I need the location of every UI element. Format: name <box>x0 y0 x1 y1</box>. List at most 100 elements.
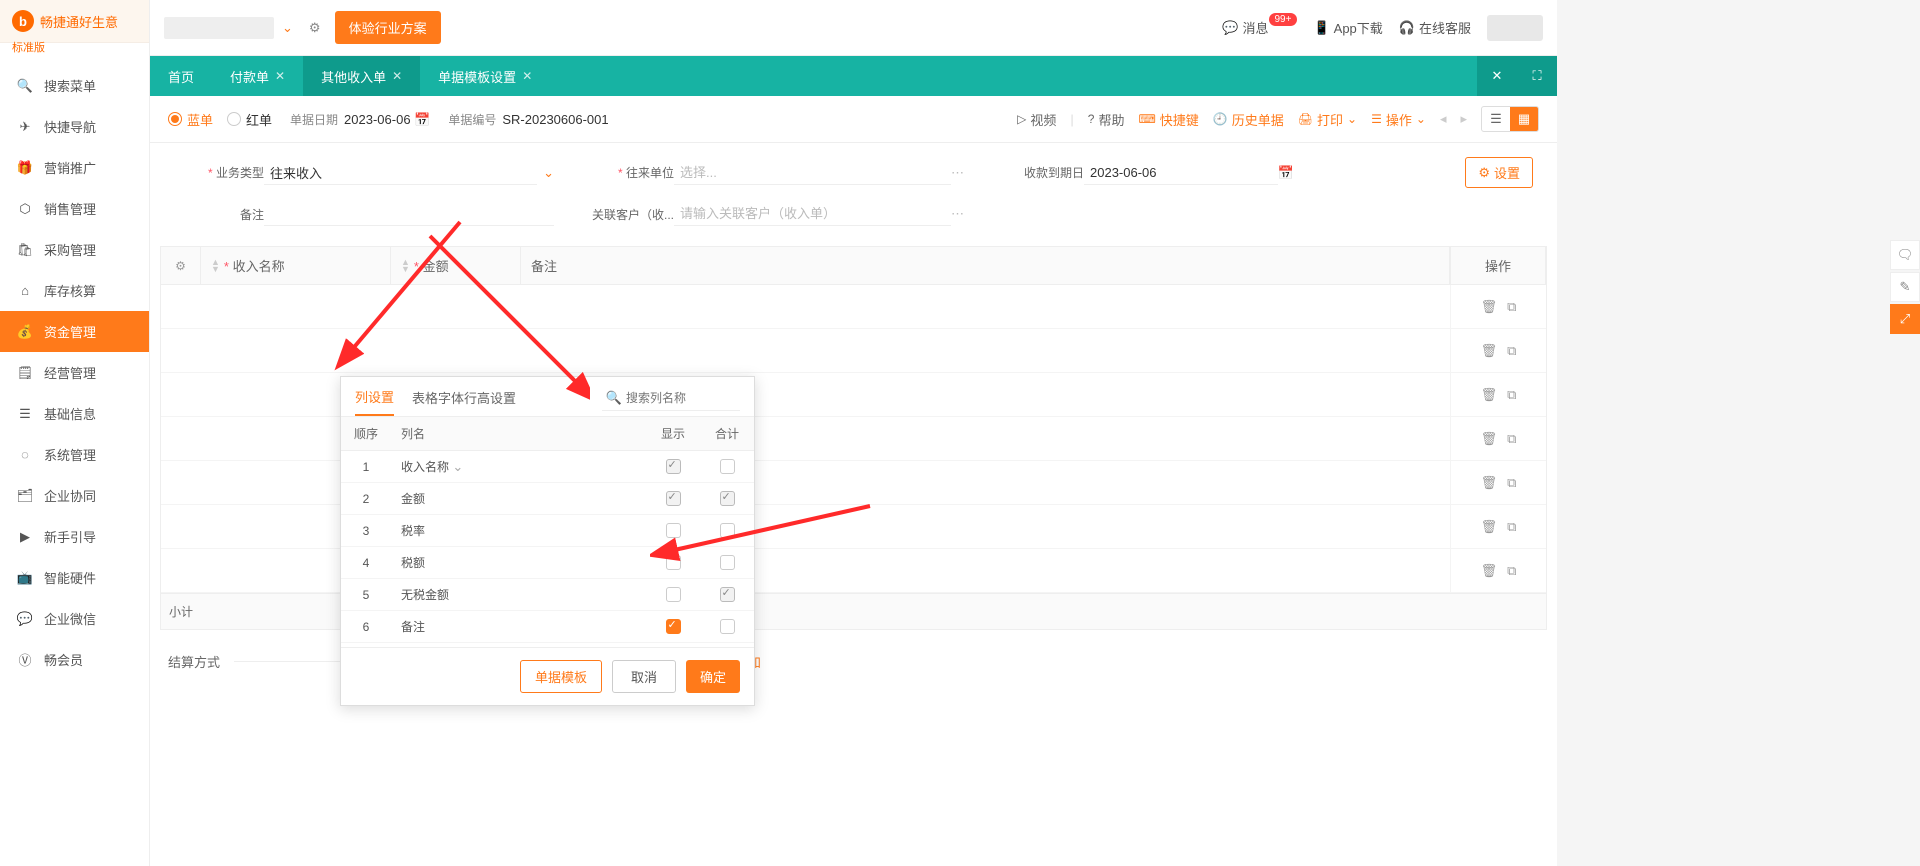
side-tool-notes-icon[interactable]: 🗨 <box>1890 240 1920 270</box>
sum-checkbox[interactable] <box>720 459 735 474</box>
view-card-icon[interactable]: ▦ <box>1510 107 1538 131</box>
copy-icon[interactable]: ⧉ <box>1507 475 1516 491</box>
message-button[interactable]: 💬 消息 99+ <box>1222 18 1297 37</box>
delete-icon[interactable]: 🗑 <box>1481 343 1498 359</box>
sum-checkbox[interactable] <box>720 619 735 634</box>
shortcut-button[interactable]: ⌨ 快捷键 <box>1138 110 1198 129</box>
user-avatar[interactable] <box>1487 15 1543 41</box>
delete-icon[interactable]: 🗑 <box>1481 387 1498 403</box>
sum-checkbox[interactable] <box>720 491 735 506</box>
template-button[interactable]: 单据模板 <box>520 660 602 693</box>
table-row[interactable]: 🗑⧉ <box>161 285 1546 329</box>
show-checkbox[interactable] <box>666 555 681 570</box>
more-icon[interactable]: ⋯ <box>951 206 964 222</box>
view-list-icon[interactable]: ☰ <box>1482 107 1510 131</box>
org-selector[interactable]: ⌄ <box>164 17 293 39</box>
operate-button[interactable]: ☰ 操作 ⌄ <box>1371 110 1426 129</box>
show-checkbox[interactable] <box>666 587 681 602</box>
more-icon[interactable]: ⋯ <box>951 165 964 181</box>
show-checkbox[interactable] <box>666 491 681 506</box>
sidebar-item-label: 销售管理 <box>44 199 96 218</box>
tab[interactable]: 首页 <box>150 56 212 96</box>
copy-icon[interactable]: ⧉ <box>1507 431 1516 447</box>
due-input[interactable] <box>1084 161 1278 185</box>
next-doc-icon[interactable]: ▸ <box>1460 111 1467 127</box>
copy-icon[interactable]: ⧉ <box>1507 387 1516 403</box>
grid-gear-button[interactable]: ⚙ <box>161 247 201 284</box>
tab[interactable]: 单据模板设置✕ <box>420 56 550 96</box>
history-button[interactable]: 🕘 历史单据 <box>1213 110 1284 129</box>
calendar-icon[interactable]: 📅 <box>1278 165 1294 181</box>
logo: b 畅捷通好生意 <box>0 0 149 43</box>
copy-icon[interactable]: ⧉ <box>1507 299 1516 315</box>
tab[interactable]: 其他收入单✕ <box>303 56 420 96</box>
show-checkbox[interactable] <box>666 619 681 634</box>
trial-button[interactable]: 体验行业方案 <box>335 11 441 44</box>
sidebar-item-label: 资金管理 <box>44 322 96 341</box>
settings-button[interactable]: ⚙ 设置 <box>1465 157 1533 188</box>
calendar-icon[interactable]: 📅 <box>414 112 430 127</box>
sidebar-item[interactable]: 💰资金管理 <box>0 311 149 352</box>
close-icon[interactable]: ✕ <box>392 69 402 83</box>
video-button[interactable]: ▷ 视频 <box>1017 110 1056 129</box>
biz-type-input[interactable] <box>264 161 537 185</box>
sidebar-item[interactable]: 🎁营销推广 <box>0 147 149 188</box>
col-note[interactable]: 备注 <box>521 247 1450 284</box>
app-download-button[interactable]: 📱 App下载 <box>1313 18 1382 37</box>
table-row[interactable]: 🗑⧉ <box>161 329 1546 373</box>
gear-icon[interactable]: ⚙ <box>309 20 321 36</box>
close-icon[interactable]: ✕ <box>275 69 285 83</box>
sidebar-item[interactable]: ▶新手引导 <box>0 516 149 557</box>
note-input[interactable] <box>264 202 554 226</box>
side-tool-expand-icon[interactable]: ⤢ <box>1890 304 1920 334</box>
tab-close-all[interactable]: ✕ <box>1477 56 1517 96</box>
sidebar-item[interactable]: ✈快捷导航 <box>0 106 149 147</box>
chevron-down-icon[interactable]: ⌄ <box>543 165 554 181</box>
radio-red[interactable]: 红单 <box>227 110 272 129</box>
popup-tab-font[interactable]: 表格字体行高设置 <box>412 388 516 415</box>
sidebar-item[interactable]: Ⓥ畅会员 <box>0 639 149 680</box>
delete-icon[interactable]: 🗑 <box>1481 299 1498 315</box>
delete-icon[interactable]: 🗑 <box>1481 563 1498 579</box>
cancel-button[interactable]: 取消 <box>612 660 676 693</box>
sidebar-item[interactable]: 📺智能硬件 <box>0 557 149 598</box>
tab-expand[interactable]: ⛶ <box>1517 56 1557 96</box>
sidebar-item[interactable]: 🛍采购管理 <box>0 229 149 270</box>
popup-search-input[interactable] <box>626 391 736 405</box>
rel-customer-input[interactable] <box>674 202 951 226</box>
sidebar-item[interactable]: 🔍搜索菜单 <box>0 65 149 106</box>
sidebar-item[interactable]: 💬企业微信 <box>0 598 149 639</box>
unit-input[interactable] <box>674 161 951 185</box>
show-checkbox[interactable] <box>666 459 681 474</box>
sidebar-item[interactable]: 🗂企业协同 <box>0 475 149 516</box>
copy-icon[interactable]: ⧉ <box>1507 563 1516 579</box>
sidebar-item[interactable]: ⌂库存核算 <box>0 270 149 311</box>
delete-icon[interactable]: 🗑 <box>1481 519 1498 535</box>
delete-icon[interactable]: 🗑 <box>1481 475 1498 491</box>
close-icon[interactable]: ✕ <box>522 69 532 83</box>
tab[interactable]: 付款单✕ <box>212 56 303 96</box>
popup-search[interactable]: 🔍 <box>602 388 740 411</box>
popup-tab-columns[interactable]: 列设置 <box>355 387 394 416</box>
sidebar-item[interactable]: ◌系统管理 <box>0 434 149 475</box>
show-checkbox[interactable] <box>666 523 681 538</box>
delete-icon[interactable]: 🗑 <box>1481 431 1498 447</box>
doc-date[interactable]: 2023-06-06 <box>344 112 411 127</box>
customer-service-button[interactable]: 🎧 在线客服 <box>1399 18 1471 37</box>
side-tool-edit-icon[interactable]: ✎ <box>1890 272 1920 302</box>
radio-blue[interactable]: 蓝单 <box>168 110 213 129</box>
copy-icon[interactable]: ⧉ <box>1507 343 1516 359</box>
sidebar-item[interactable]: ☰基础信息 <box>0 393 149 434</box>
help-button[interactable]: ? 帮助 <box>1088 110 1125 129</box>
copy-icon[interactable]: ⧉ <box>1507 519 1516 535</box>
col-income-name[interactable]: ▲▼收入名称 <box>201 247 391 284</box>
prev-doc-icon[interactable]: ◂ <box>1440 111 1447 127</box>
print-button[interactable]: 🖨 打印 ⌄ <box>1298 110 1357 129</box>
col-amount[interactable]: ▲▼金额 <box>391 247 521 284</box>
sum-checkbox[interactable] <box>720 587 735 602</box>
ok-button[interactable]: 确定 <box>686 660 740 693</box>
sum-checkbox[interactable] <box>720 523 735 538</box>
sidebar-item[interactable]: ⬡销售管理 <box>0 188 149 229</box>
sidebar-item[interactable]: 🗒经营管理 <box>0 352 149 393</box>
sum-checkbox[interactable] <box>720 555 735 570</box>
